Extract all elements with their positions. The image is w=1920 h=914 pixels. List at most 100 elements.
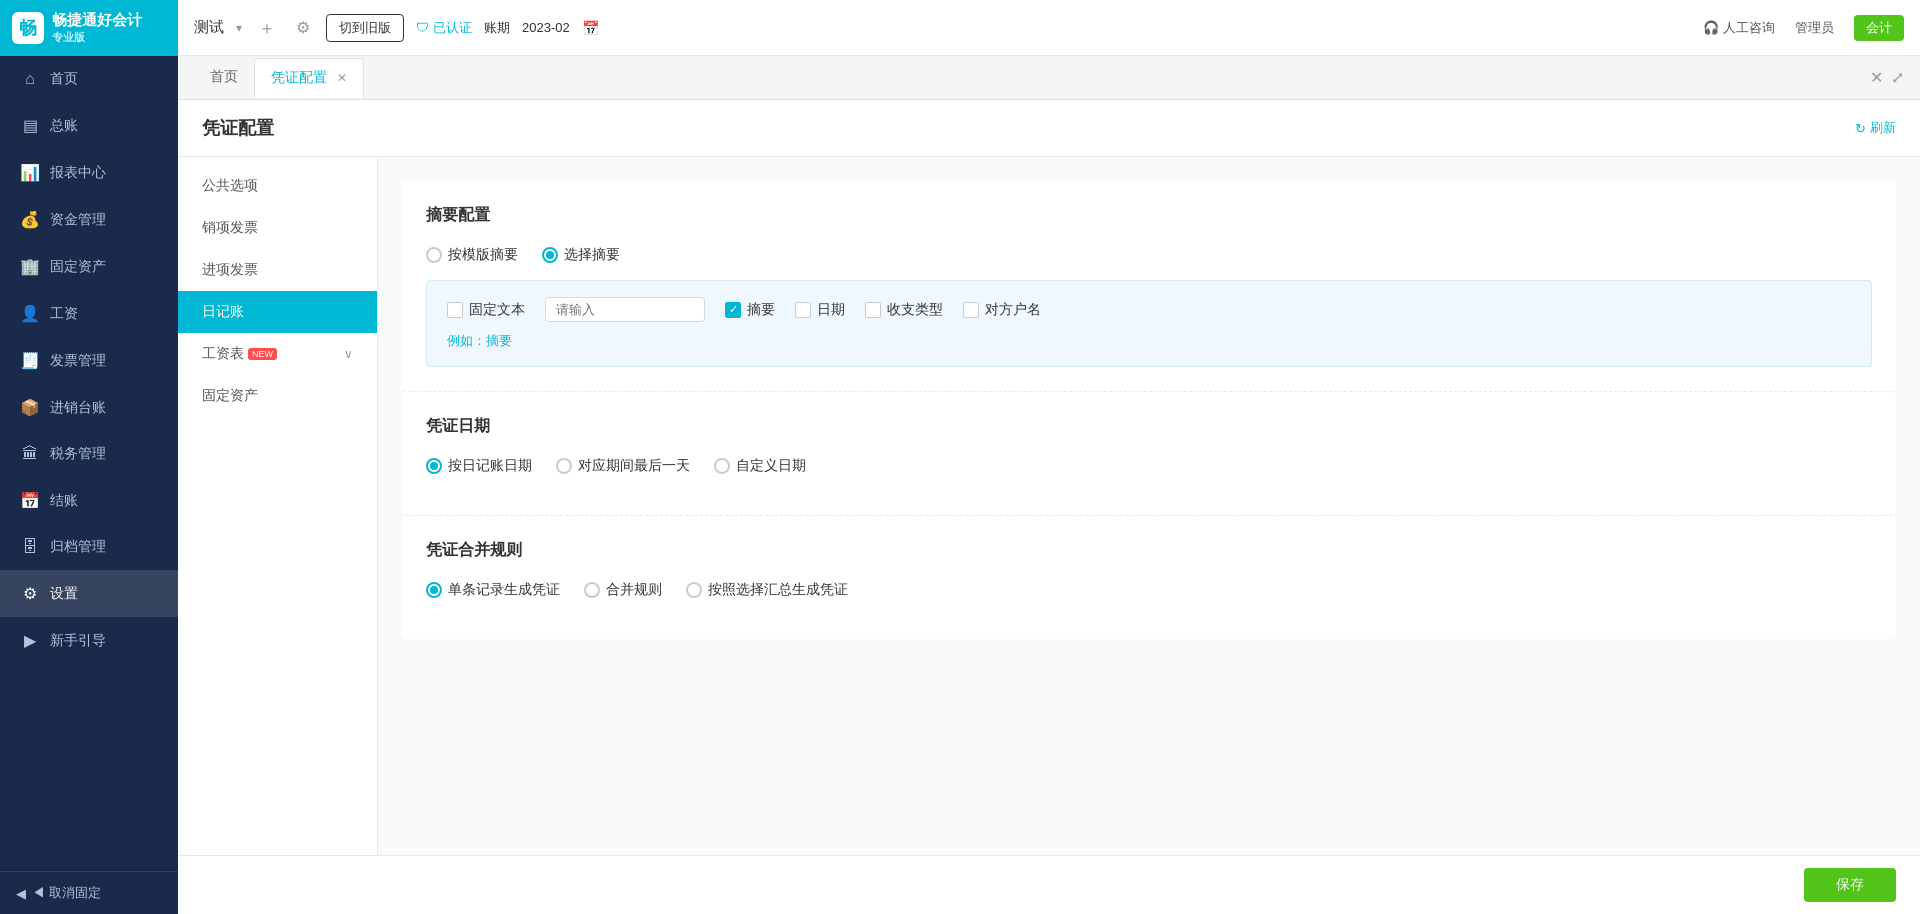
sidebar-label-sales: 进销台账 (50, 399, 106, 417)
cancel-fixed-button[interactable]: ◀ ◀ 取消固定 (0, 871, 178, 914)
left-nav-payroll[interactable]: 工资表 NEW ∨ (178, 333, 377, 375)
tab-home-label: 首页 (210, 68, 238, 84)
tabbar: 首页 凭证配置 ✕ ✕ ⤢ (178, 56, 1920, 100)
left-nav-purchase-invoice[interactable]: 进项发票 (178, 249, 377, 291)
radio-custom-date[interactable]: 自定义日期 (714, 457, 806, 475)
merge-title: 凭证合并规则 (426, 540, 1872, 561)
radio-template-label: 按模版摘要 (448, 246, 518, 264)
refresh-button[interactable]: ↻ 刷新 (1855, 119, 1896, 137)
checkbox-summary[interactable]: 摘要 (725, 301, 775, 319)
radio-journal-date[interactable]: 按日记账日期 (426, 457, 532, 475)
radio-template-circle (426, 247, 442, 263)
add-company-button[interactable]: ＋ (254, 12, 280, 44)
sidebar-item-ledger[interactable]: ▤ 总账 (0, 102, 178, 149)
settings-gear-icon[interactable]: ⚙ (292, 14, 314, 41)
page-body: 公共选项 销项发票 进项发票 日记账 工资表 NEW ∨ (178, 157, 1920, 855)
radio-template-summary[interactable]: 按模版摘要 (426, 246, 518, 264)
company-dropdown-arrow[interactable]: ▾ (236, 21, 242, 35)
sidebar-label-guide: 新手引导 (50, 632, 106, 650)
close-window-button[interactable]: ✕ (1870, 68, 1883, 87)
tab-voucher-config-close[interactable]: ✕ (337, 71, 347, 85)
sidebar-item-settings[interactable]: ⚙ 设置 (0, 570, 178, 617)
consult-button[interactable]: 🎧 人工咨询 (1703, 19, 1775, 37)
summary-options-row: 固定文本 摘要 日期 (447, 297, 1851, 322)
app-name-block: 畅捷通好会计 专业版 (52, 11, 142, 45)
tab-home[interactable]: 首页 (194, 58, 254, 98)
left-nav-diary[interactable]: 日记账 (178, 291, 377, 333)
radio-single[interactable]: 单条记录生成凭证 (426, 581, 560, 599)
counterparty-checkbox (963, 302, 979, 318)
sidebar-label-salary: 工资 (50, 305, 78, 323)
page: 凭证配置 ↻ 刷新 公共选项 销项发票 进项发票 (178, 100, 1920, 855)
accountant-button[interactable]: 会计 (1854, 15, 1904, 41)
left-nav-fixed-assets[interactable]: 固定资产 (178, 375, 377, 417)
merge-section: 凭证合并规则 单条记录生成凭证 合并规则 (402, 516, 1896, 639)
home-icon: ⌂ (20, 70, 40, 88)
checkbox-fixed-text[interactable]: 固定文本 (447, 301, 525, 319)
sidebar-item-sales[interactable]: 📦 进销台账 (0, 384, 178, 431)
save-button[interactable]: 保存 (1804, 868, 1896, 902)
tax-icon: 🏛 (20, 445, 40, 463)
single-label: 单条记录生成凭证 (448, 581, 560, 599)
fixed-text-input[interactable] (545, 297, 705, 322)
left-nav-sales-invoice[interactable]: 销项发票 (178, 207, 377, 249)
assets-icon: 🏢 (20, 257, 40, 276)
sidebar-item-assets[interactable]: 🏢 固定资产 (0, 243, 178, 290)
radio-select-circle (542, 247, 558, 263)
fund-icon: 💰 (20, 210, 40, 229)
select-sum-label: 按照选择汇总生成凭证 (708, 581, 848, 599)
checkbox-payment-type[interactable]: 收支类型 (865, 301, 943, 319)
summary-checkbox (725, 302, 741, 318)
sidebar-label-settings: 设置 (50, 585, 78, 603)
topbar: 测试 ▾ ＋ ⚙ 切到旧版 🛡 已认证 账期 2023-02 📅 🎧 人工咨询 … (178, 0, 1920, 56)
radio-select-sum[interactable]: 按照选择汇总生成凭证 (686, 581, 848, 599)
sidebar-item-home[interactable]: ⌂ 首页 (0, 56, 178, 102)
new-badge: NEW (248, 348, 277, 360)
radio-merge[interactable]: 合并规则 (584, 581, 662, 599)
journal-date-label: 按日记账日期 (448, 457, 532, 475)
sidebar-item-report[interactable]: 📊 报表中心 (0, 149, 178, 196)
sidebar-label-tax: 税务管理 (50, 445, 106, 463)
sidebar-item-tax[interactable]: 🏛 税务管理 (0, 431, 178, 477)
main-area: 测试 ▾ ＋ ⚙ 切到旧版 🛡 已认证 账期 2023-02 📅 🎧 人工咨询 … (178, 0, 1920, 914)
sidebar-scroll: ⌂ 首页 ▤ 总账 📊 报表中心 💰 资金管理 🏢 固定资产 👤 工资 🧾 发票… (0, 56, 178, 871)
radio-last-day[interactable]: 对应期间最后一天 (556, 457, 690, 475)
summary-radio-group: 按模版摘要 选择摘要 (426, 246, 1872, 264)
app-sub: 专业版 (52, 30, 142, 45)
sidebar-label-assets: 固定资产 (50, 258, 106, 276)
checkbox-counterparty[interactable]: 对方户名 (963, 301, 1041, 319)
sidebar-item-fund[interactable]: 💰 资金管理 (0, 196, 178, 243)
sidebar-label-fund: 资金管理 (50, 211, 106, 229)
left-nav-public[interactable]: 公共选项 (178, 165, 377, 207)
calendar-icon[interactable]: 📅 (582, 20, 599, 36)
switch-old-version-button[interactable]: 切到旧版 (326, 14, 404, 42)
sidebar-item-archive[interactable]: 🗄 归档管理 (0, 524, 178, 570)
radio-select-label: 选择摘要 (564, 246, 620, 264)
select-sum-circle (686, 582, 702, 598)
payroll-expand-icon[interactable]: ∨ (344, 347, 353, 361)
merge-circle (584, 582, 600, 598)
certified-status: 🛡 已认证 (416, 19, 472, 37)
ledger-icon: ▤ (20, 116, 40, 135)
period-value: 2023-02 (522, 20, 570, 35)
example-prefix: 例如： (447, 333, 486, 348)
cancel-fixed-label: ◀ 取消固定 (32, 884, 101, 902)
sidebar-item-close[interactable]: 📅 结账 (0, 477, 178, 524)
summary-options-box: 固定文本 摘要 日期 (426, 280, 1872, 367)
sidebar-item-invoice[interactable]: 🧾 发票管理 (0, 337, 178, 384)
date-checkbox (795, 302, 811, 318)
custom-date-label: 自定义日期 (736, 457, 806, 475)
sidebar-label-invoice: 发票管理 (50, 352, 106, 370)
custom-date-circle (714, 458, 730, 474)
sidebar-label-close: 结账 (50, 492, 78, 510)
example-value: 摘要 (486, 333, 512, 348)
radio-select-summary[interactable]: 选择摘要 (542, 246, 620, 264)
checkbox-date[interactable]: 日期 (795, 301, 845, 319)
tab-voucher-config[interactable]: 凭证配置 ✕ (254, 58, 364, 98)
sidebar-item-guide[interactable]: ▶ 新手引导 (0, 617, 178, 664)
guide-icon: ▶ (20, 631, 40, 650)
sidebar-label-archive: 归档管理 (50, 538, 106, 556)
sidebar-item-salary[interactable]: 👤 工资 (0, 290, 178, 337)
expand-window-button[interactable]: ⤢ (1891, 68, 1904, 87)
date-section: 凭证日期 按日记账日期 对应期间最后一天 (402, 392, 1896, 516)
